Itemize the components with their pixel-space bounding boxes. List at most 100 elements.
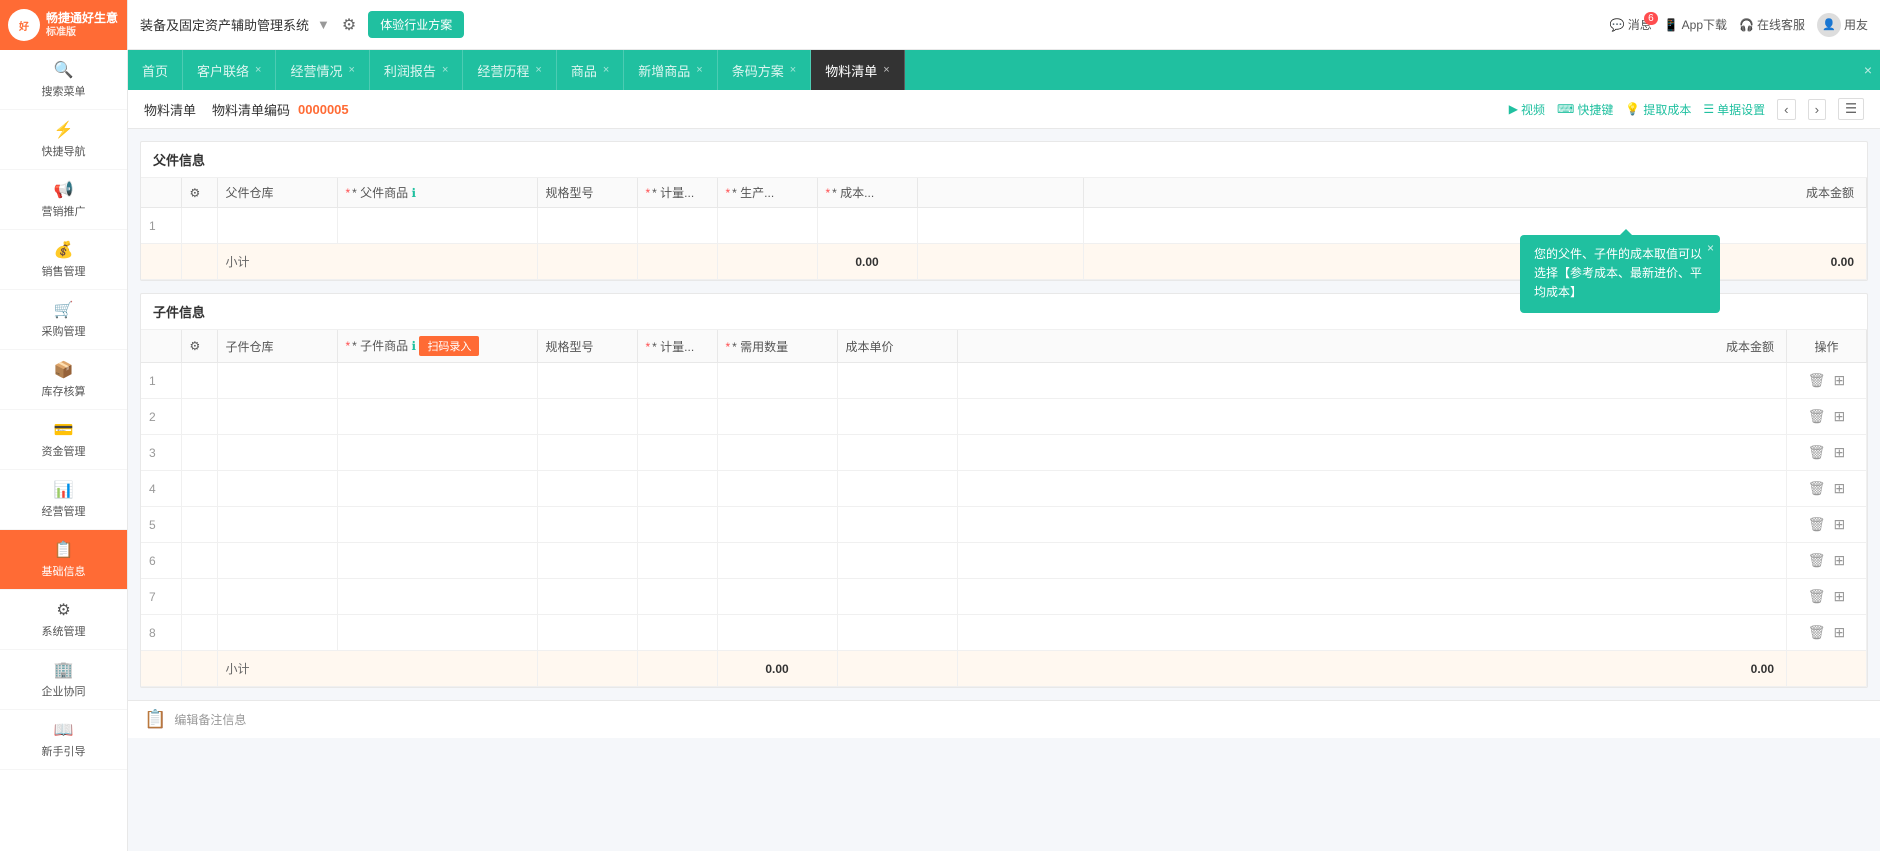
- delete-icon[interactable]: 🗑: [1806, 622, 1828, 643]
- gear-button[interactable]: ⚙: [338, 11, 360, 39]
- child-product-cell[interactable]: [337, 363, 537, 399]
- copy-icon[interactable]: ⊞: [1832, 442, 1848, 463]
- sidebar-item-enterprise[interactable]: 🏢 企业协同: [0, 650, 127, 710]
- info-icon[interactable]: ℹ: [412, 339, 417, 353]
- child-spec-cell[interactable]: [537, 363, 637, 399]
- tab-home[interactable]: 首页: [128, 50, 183, 90]
- sidebar-item-system[interactable]: ⚙ 系统管理: [0, 590, 127, 650]
- cost-action[interactable]: 💡 提取成本: [1625, 101, 1691, 118]
- delete-icon[interactable]: 🗑: [1806, 586, 1828, 607]
- child-qty-cell[interactable]: [717, 399, 837, 435]
- copy-icon[interactable]: ⊞: [1832, 622, 1848, 643]
- parent-spec-cell[interactable]: [537, 208, 637, 244]
- child-spec-cell[interactable]: [537, 507, 637, 543]
- sidebar-item-marketing[interactable]: 📢 营销推广: [0, 170, 127, 230]
- delete-icon[interactable]: 🗑: [1806, 514, 1828, 535]
- child-unit-cell[interactable]: [637, 579, 717, 615]
- sidebar-item-inventory[interactable]: 📦 库存核算: [0, 350, 127, 410]
- tooltip-close-button[interactable]: ×: [1707, 239, 1714, 258]
- dropdown-arrow-icon[interactable]: ▼: [317, 17, 330, 32]
- tab-customer[interactable]: 客户联络 ×: [183, 50, 276, 90]
- child-product-cell[interactable]: [337, 471, 537, 507]
- child-warehouse-cell[interactable]: [217, 435, 337, 471]
- info-icon[interactable]: ℹ: [412, 186, 417, 200]
- sidebar-item-purchase[interactable]: 🛒 采购管理: [0, 290, 127, 350]
- message-button[interactable]: 💬 消息 6: [1610, 16, 1652, 33]
- child-spec-cell[interactable]: [537, 471, 637, 507]
- tab-new-goods[interactable]: 新增商品 ×: [624, 50, 717, 90]
- tab-goods[interactable]: 商品 ×: [557, 50, 624, 90]
- delete-icon[interactable]: 🗑: [1806, 442, 1828, 463]
- app-download-button[interactable]: 📱 App下载: [1664, 16, 1727, 33]
- tab-operation[interactable]: 经营情况 ×: [276, 50, 369, 90]
- menu-button[interactable]: ☰: [1838, 98, 1864, 120]
- parent-warehouse-cell[interactable]: [217, 208, 337, 244]
- child-spec-cell[interactable]: [537, 579, 637, 615]
- delete-icon[interactable]: 🗑: [1806, 406, 1828, 427]
- copy-icon[interactable]: ⊞: [1832, 550, 1848, 571]
- close-tab-icon[interactable]: ×: [1856, 62, 1880, 78]
- bottom-text[interactable]: 编辑备注信息: [174, 711, 246, 728]
- child-unit-cost-cell[interactable]: [837, 579, 957, 615]
- child-qty-cell[interactable]: [717, 579, 837, 615]
- parent-unit-cell[interactable]: [637, 208, 717, 244]
- child-unit-cost-cell[interactable]: [837, 507, 957, 543]
- scan-button[interactable]: 扫码录入: [419, 336, 479, 356]
- child-warehouse-cell[interactable]: [217, 615, 337, 651]
- child-product-cell[interactable]: [337, 615, 537, 651]
- parent-cost-cell[interactable]: [817, 208, 917, 244]
- close-icon[interactable]: ×: [442, 64, 448, 76]
- child-unit-cell[interactable]: [637, 399, 717, 435]
- child-unit-cell[interactable]: [637, 507, 717, 543]
- child-unit-cost-cell[interactable]: [837, 543, 957, 579]
- child-product-cell[interactable]: [337, 543, 537, 579]
- child-warehouse-cell[interactable]: [217, 399, 337, 435]
- settings-action[interactable]: ☰ 单据设置: [1703, 101, 1765, 118]
- child-warehouse-cell[interactable]: [217, 471, 337, 507]
- child-product-cell[interactable]: [337, 507, 537, 543]
- close-icon[interactable]: ×: [255, 64, 261, 76]
- view-action[interactable]: ▶ 视频: [1509, 101, 1545, 118]
- child-unit-cell[interactable]: [637, 615, 717, 651]
- close-icon[interactable]: ×: [535, 64, 541, 76]
- child-spec-cell[interactable]: [537, 615, 637, 651]
- child-qty-cell[interactable]: [717, 363, 837, 399]
- close-icon[interactable]: ×: [603, 64, 609, 76]
- delete-icon[interactable]: 🗑: [1806, 478, 1828, 499]
- child-qty-cell[interactable]: [717, 507, 837, 543]
- copy-icon[interactable]: ⊞: [1832, 370, 1848, 391]
- parent-production-cell[interactable]: [717, 208, 817, 244]
- child-warehouse-cell[interactable]: [217, 507, 337, 543]
- child-warehouse-cell[interactable]: [217, 543, 337, 579]
- th-parent-settings[interactable]: ⚙: [181, 178, 217, 208]
- copy-icon[interactable]: ⊞: [1832, 514, 1848, 535]
- child-qty-cell[interactable]: [717, 543, 837, 579]
- th-child-settings[interactable]: ⚙: [181, 330, 217, 363]
- close-icon[interactable]: ×: [696, 64, 702, 76]
- child-warehouse-cell[interactable]: [217, 579, 337, 615]
- next-button[interactable]: ›: [1808, 99, 1826, 120]
- copy-icon[interactable]: ⊞: [1832, 478, 1848, 499]
- child-unit-cell[interactable]: [637, 363, 717, 399]
- user-menu[interactable]: 👤 用友: [1817, 13, 1868, 37]
- child-spec-cell[interactable]: [537, 399, 637, 435]
- child-warehouse-cell[interactable]: [217, 363, 337, 399]
- child-unit-cost-cell[interactable]: [837, 615, 957, 651]
- copy-icon[interactable]: ⊞: [1832, 406, 1848, 427]
- child-unit-cost-cell[interactable]: [837, 363, 957, 399]
- close-icon[interactable]: ×: [883, 64, 889, 76]
- close-icon[interactable]: ×: [348, 64, 354, 76]
- tab-profit[interactable]: 利润报告 ×: [370, 50, 463, 90]
- experience-button[interactable]: 体验行业方案: [368, 11, 464, 38]
- child-spec-cell[interactable]: [537, 543, 637, 579]
- child-product-cell[interactable]: [337, 579, 537, 615]
- child-qty-cell[interactable]: [717, 471, 837, 507]
- online-service-button[interactable]: 🎧 在线客服: [1739, 16, 1805, 33]
- copy-icon[interactable]: ⊞: [1832, 586, 1848, 607]
- close-icon[interactable]: ×: [790, 64, 796, 76]
- shortcut-action[interactable]: ⌨ 快捷键: [1557, 101, 1613, 118]
- child-unit-cost-cell[interactable]: [837, 435, 957, 471]
- child-unit-cell[interactable]: [637, 471, 717, 507]
- sidebar-item-quick-nav[interactable]: ⚡ 快捷导航: [0, 110, 127, 170]
- tab-barcode[interactable]: 条码方案 ×: [718, 50, 811, 90]
